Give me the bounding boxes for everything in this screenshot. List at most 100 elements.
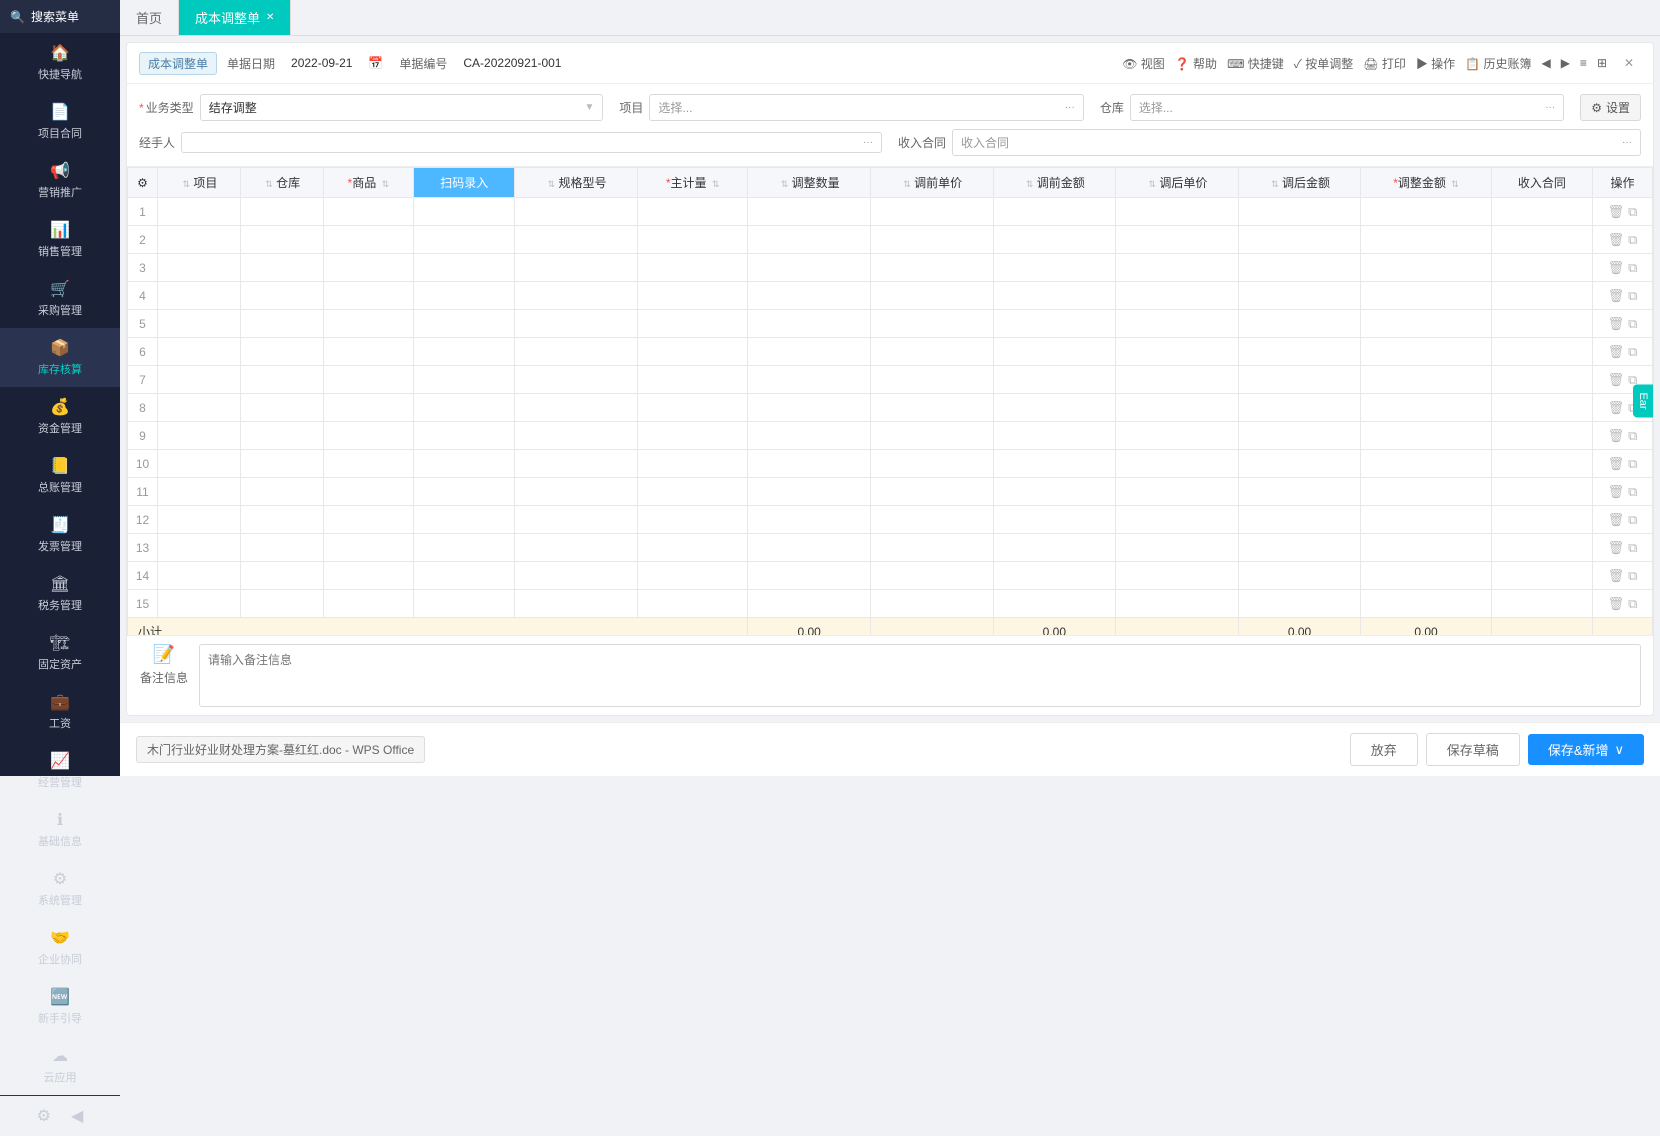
row-9-project[interactable] (158, 422, 241, 450)
row-5-pre-amount[interactable] (993, 310, 1116, 338)
row-9-post-amount[interactable] (1238, 422, 1361, 450)
row-15-spec[interactable] (515, 590, 638, 618)
row-10-adj-qty[interactable] (748, 450, 871, 478)
row-12-pre-amount[interactable] (993, 506, 1116, 534)
col-income-contract[interactable]: 收入合同 (1491, 168, 1592, 198)
row-8-spec[interactable] (515, 394, 638, 422)
row-9-goods[interactable] (323, 422, 414, 450)
row-6-spec[interactable] (515, 338, 638, 366)
row-2-income-contract[interactable] (1491, 226, 1592, 254)
row-1-spec[interactable] (515, 198, 638, 226)
row-12-project[interactable] (158, 506, 241, 534)
row-2-pre-unit-price[interactable] (870, 226, 993, 254)
row-5-adj-qty[interactable] (748, 310, 871, 338)
row-13-spec[interactable] (515, 534, 638, 562)
row-11-project[interactable] (158, 478, 241, 506)
row-7-pre-amount[interactable] (993, 366, 1116, 394)
row-2-scan[interactable] (414, 226, 515, 254)
row-1-pre-unit-price[interactable] (870, 198, 993, 226)
row-8-delete-btn[interactable]: 🗑 (1608, 400, 1625, 416)
row-10-scan[interactable] (414, 450, 515, 478)
col-post-amount[interactable]: ⇅ 调后金额 (1238, 168, 1361, 198)
row-3-income-contract[interactable] (1491, 254, 1592, 282)
row-6-post-unit-price[interactable] (1116, 338, 1239, 366)
col-adj-qty[interactable]: ⇅ 调整数量 (748, 168, 871, 198)
row-4-pre-amount[interactable] (993, 282, 1116, 310)
check-adj-btn[interactable]: ✓ 按单调整 (1294, 55, 1354, 72)
col-gear[interactable]: ⚙ (128, 168, 158, 198)
row-12-warehouse[interactable] (240, 506, 323, 534)
row-14-copy-btn[interactable]: ⧉ (1628, 568, 1637, 584)
sidebar-item-corp-collab[interactable]: 🤝 企业协同 (0, 918, 120, 977)
sidebar-item-sales-promotion[interactable]: 📢 营销推广 (0, 151, 120, 210)
row-5-project[interactable] (158, 310, 241, 338)
row-4-pre-unit-price[interactable] (870, 282, 993, 310)
row-11-income-contract[interactable] (1491, 478, 1592, 506)
row-6-pre-unit-price[interactable] (870, 338, 993, 366)
row-1-post-unit-price[interactable] (1116, 198, 1239, 226)
shortcut-btn[interactable]: ⌨ 快捷键 (1227, 55, 1284, 72)
row-2-spec[interactable] (515, 226, 638, 254)
row-13-income-contract[interactable] (1491, 534, 1592, 562)
row-4-project[interactable] (158, 282, 241, 310)
row-3-adj-qty[interactable] (748, 254, 871, 282)
row-10-warehouse[interactable] (240, 450, 323, 478)
row-14-scan[interactable] (414, 562, 515, 590)
col-pre-amount[interactable]: ⇅ 调前金额 (993, 168, 1116, 198)
row-1-delete-btn[interactable]: 🗑 (1608, 204, 1625, 220)
tab-cost-adjust[interactable]: 成本调整单✕ (179, 0, 291, 35)
row-6-warehouse[interactable] (240, 338, 323, 366)
row-8-goods[interactable] (323, 394, 414, 422)
row-3-unit[interactable] (637, 254, 747, 282)
row-14-pre-amount[interactable] (993, 562, 1116, 590)
row-15-delete-btn[interactable]: 🗑 (1608, 596, 1625, 612)
sidebar-item-cloud-app[interactable]: ☁ 云应用 (0, 1036, 120, 1095)
col-post-unit-price[interactable]: ⇅ 调后单价 (1116, 168, 1239, 198)
row-7-adj-qty[interactable] (748, 366, 871, 394)
row-15-adj-qty[interactable] (748, 590, 871, 618)
row-7-spec[interactable] (515, 366, 638, 394)
row-3-pre-unit-price[interactable] (870, 254, 993, 282)
row-1-project[interactable] (158, 198, 241, 226)
row-11-pre-amount[interactable] (993, 478, 1116, 506)
row-9-delete-btn[interactable]: 🗑 (1608, 428, 1625, 444)
row-12-unit[interactable] (637, 506, 747, 534)
row-3-spec[interactable] (515, 254, 638, 282)
row-15-pre-amount[interactable] (993, 590, 1116, 618)
row-1-warehouse[interactable] (240, 198, 323, 226)
row-11-adj-qty[interactable] (748, 478, 871, 506)
row-3-scan[interactable] (414, 254, 515, 282)
row-2-post-unit-price[interactable] (1116, 226, 1239, 254)
row-14-spec[interactable] (515, 562, 638, 590)
row-11-warehouse[interactable] (240, 478, 323, 506)
row-14-delete-btn[interactable]: 🗑 (1608, 568, 1625, 584)
row-13-unit[interactable] (637, 534, 747, 562)
row-4-copy-btn[interactable]: ⧉ (1628, 288, 1637, 304)
row-12-post-amount[interactable] (1238, 506, 1361, 534)
col-pre-unit-price[interactable]: ⇅ 调前单价 (870, 168, 993, 198)
save-new-button[interactable]: 保存&新增 ∨ (1528, 734, 1644, 765)
row-12-adj-qty[interactable] (748, 506, 871, 534)
row-3-delete-btn[interactable]: 🗑 (1608, 260, 1625, 276)
row-1-income-contract[interactable] (1491, 198, 1592, 226)
row-6-goods[interactable] (323, 338, 414, 366)
row-1-unit[interactable] (637, 198, 747, 226)
row-14-adj-qty[interactable] (748, 562, 871, 590)
row-1-adj-amount[interactable] (1361, 198, 1491, 226)
row-5-pre-unit-price[interactable] (870, 310, 993, 338)
row-5-post-unit-price[interactable] (1116, 310, 1239, 338)
row-6-copy-btn[interactable]: ⧉ (1628, 344, 1637, 360)
row-2-project[interactable] (158, 226, 241, 254)
row-8-scan[interactable] (414, 394, 515, 422)
row-11-delete-btn[interactable]: 🗑 (1608, 484, 1625, 500)
row-10-post-amount[interactable] (1238, 450, 1361, 478)
row-12-goods[interactable] (323, 506, 414, 534)
sidebar-item-invoice-mgmt[interactable]: 🧾 发票管理 (0, 505, 120, 564)
row-3-copy-btn[interactable]: ⧉ (1628, 260, 1637, 276)
row-3-adj-amount[interactable] (1361, 254, 1491, 282)
row-9-pre-amount[interactable] (993, 422, 1116, 450)
row-11-spec[interactable] (515, 478, 638, 506)
row-11-post-amount[interactable] (1238, 478, 1361, 506)
row-7-post-amount[interactable] (1238, 366, 1361, 394)
row-4-scan[interactable] (414, 282, 515, 310)
